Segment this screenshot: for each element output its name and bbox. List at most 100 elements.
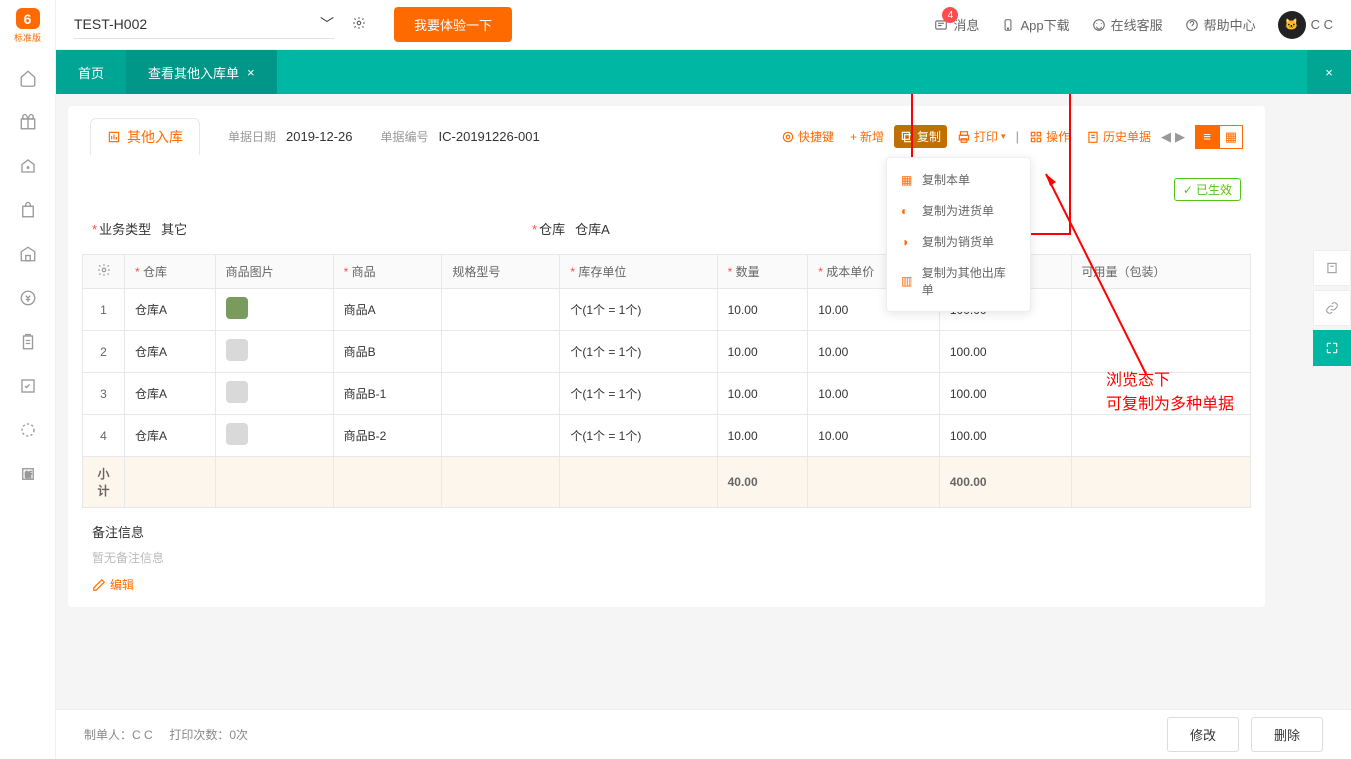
row-num: 1 <box>83 289 125 331</box>
row-img <box>215 289 333 331</box>
view-list-button[interactable]: ≡ <box>1195 125 1219 149</box>
row-img <box>215 415 333 457</box>
app-download-label: App下载 <box>1020 15 1069 34</box>
row-wh: 仓库A <box>125 331 216 373</box>
nav-new-icon[interactable]: 新 <box>8 454 48 494</box>
col-unit[interactable]: 库存单位 <box>560 255 717 289</box>
logo-label: 标准版 <box>14 31 41 44</box>
row-num: 4 <box>83 415 125 457</box>
table-row[interactable]: 4 仓库A 商品B-2 个(1个 = 1个) 10.00 10.00 100.0… <box>83 415 1251 457</box>
row-wh: 仓库A <box>125 415 216 457</box>
card-title: 其他入库 <box>127 127 183 147</box>
logo[interactable]: 6 标准版 <box>10 8 46 44</box>
card-tab[interactable]: 其他入库 <box>90 118 200 155</box>
col-spec[interactable]: 规格型号 <box>442 255 560 289</box>
dd-copy-outbound[interactable]: ▥复制为其他出库单 <box>887 257 1030 305</box>
row-unit: 个(1个 = 1个) <box>560 373 717 415</box>
row-prod: 商品A <box>333 289 442 331</box>
code-label: 单据编号 <box>381 128 429 145</box>
nav-money-icon[interactable] <box>8 278 48 318</box>
col-avail[interactable]: 可用量（包装） <box>1071 255 1251 289</box>
tab-active-label: 查看其他入库单 <box>148 63 239 82</box>
biz-value: 其它 <box>161 219 187 238</box>
app-download-button[interactable]: App下载 <box>1001 15 1069 34</box>
nav-loading-icon[interactable] <box>8 410 48 450</box>
delete-button[interactable]: 删除 <box>1251 717 1323 752</box>
service-button[interactable]: 在线客服 <box>1092 15 1163 34</box>
row-price: 10.00 <box>808 415 940 457</box>
col-image[interactable]: 商品图片 <box>215 255 333 289</box>
row-prod: 商品B-1 <box>333 373 442 415</box>
biz-type: *业务类型 其它 <box>92 219 532 238</box>
footer: 制单人：C C 打印次数：0次 修改 删除 <box>56 709 1351 759</box>
chevron-down-icon: ﹀ <box>320 14 334 34</box>
tabs-close-button[interactable]: × <box>1307 50 1351 94</box>
copy-sales-icon: ◑ <box>901 235 915 249</box>
nav-home-icon[interactable] <box>8 58 48 98</box>
table-wrap: 仓库 商品图片 商品 规格型号 库存单位 数量 成本单价 成本金额 可用量（包装… <box>68 254 1265 508</box>
print-button[interactable]: 打印▾ <box>951 125 1012 148</box>
nav-house-icon[interactable] <box>8 146 48 186</box>
row-spec <box>442 415 560 457</box>
nav-gift-icon[interactable] <box>8 102 48 142</box>
messages-button[interactable]: 4 消息 <box>934 15 979 34</box>
row-wh: 仓库A <box>125 289 216 331</box>
tab-home[interactable]: 首页 <box>56 50 126 94</box>
table-row[interactable]: 3 仓库A 商品B-1 个(1个 = 1个) 10.00 10.00 100.0… <box>83 373 1251 415</box>
row-img <box>215 373 333 415</box>
logo-icon: 6 <box>16 8 40 29</box>
shortcut-button[interactable]: 快捷键 <box>775 125 840 148</box>
topbar: TEST-H002 ﹀ 我要体验一下 4 消息 App下载 在线客服 <box>56 0 1351 50</box>
content: 其他入库 单据日期 2019-12-26 单据编号 IC-20191226-00… <box>56 94 1351 759</box>
row-amount: 100.00 <box>939 415 1071 457</box>
biz-label: 业务类型 <box>99 222 151 237</box>
view-grid-button[interactable]: ▦ <box>1219 125 1243 149</box>
row-avail <box>1071 331 1251 373</box>
product-image-icon <box>226 381 248 403</box>
dd-copy-purchase[interactable]: ◐复制为进货单 <box>887 195 1030 226</box>
product-image-icon <box>226 297 248 319</box>
row-unit: 个(1个 = 1个) <box>560 415 717 457</box>
copy-outbound-icon: ▥ <box>901 274 915 288</box>
rail-note-icon[interactable] <box>1313 250 1351 286</box>
table-row[interactable]: 2 仓库A 商品B 个(1个 = 1个) 10.00 10.00 100.00 <box>83 331 1251 373</box>
table-header-row: 仓库 商品图片 商品 规格型号 库存单位 数量 成本单价 成本金额 可用量（包装… <box>83 255 1251 289</box>
col-product[interactable]: 商品 <box>333 255 442 289</box>
nav-storage-icon[interactable] <box>8 234 48 274</box>
warehouse-select[interactable]: TEST-H002 ﹀ <box>74 10 334 39</box>
help-button[interactable]: 帮助中心 <box>1185 15 1256 34</box>
col-qty[interactable]: 数量 <box>717 255 808 289</box>
items-table: 仓库 商品图片 商品 规格型号 库存单位 数量 成本单价 成本金额 可用量（包装… <box>82 254 1251 508</box>
rail-link-icon[interactable] <box>1313 290 1351 326</box>
dd-copy-sales[interactable]: ◑复制为销货单 <box>887 226 1030 257</box>
notes-section: 备注信息 暂无备注信息 编辑 <box>68 508 1265 607</box>
tab-active[interactable]: 查看其他入库单 × <box>126 50 277 94</box>
nav-clipboard-icon[interactable] <box>8 322 48 362</box>
nav-bag-icon[interactable] <box>8 190 48 230</box>
copy-button[interactable]: 复制 ▦复制本单 ◐复制为进货单 ◑复制为销货单 ▥复制为其他出库单 <box>894 125 947 148</box>
table-row[interactable]: 1 仓库A 商品A 个(1个 = 1个) 10.00 10.00 100.00 <box>83 289 1251 331</box>
next-icon[interactable]: ▶ <box>1175 129 1185 145</box>
col-gear[interactable] <box>83 255 125 289</box>
gear-icon[interactable] <box>352 16 366 33</box>
history-button[interactable]: 历史单据 <box>1080 125 1157 148</box>
edit-notes-button[interactable]: 编辑 <box>92 576 1241 593</box>
dd-copy-this[interactable]: ▦复制本单 <box>887 164 1030 195</box>
user-menu[interactable]: 🐱 C C <box>1278 11 1333 39</box>
help-label: 帮助中心 <box>1204 15 1256 34</box>
ops-button[interactable]: 操作 <box>1023 125 1076 148</box>
col-warehouse[interactable]: 仓库 <box>125 255 216 289</box>
avatar: 🐱 <box>1278 11 1306 39</box>
row-amount: 100.00 <box>939 331 1071 373</box>
prev-icon[interactable]: ◀ <box>1161 129 1171 145</box>
sidebar: 6 标准版 新 <box>0 0 56 759</box>
add-button[interactable]: + 新增 <box>844 125 890 148</box>
row-avail <box>1071 415 1251 457</box>
modify-button[interactable]: 修改 <box>1167 717 1239 752</box>
rail-expand-icon[interactable] <box>1313 330 1351 366</box>
row-spec <box>442 289 560 331</box>
try-button[interactable]: 我要体验一下 <box>394 7 512 42</box>
nav-report-icon[interactable] <box>8 366 48 406</box>
copy-purchase-icon: ◐ <box>901 204 915 218</box>
close-icon[interactable]: × <box>247 65 255 80</box>
